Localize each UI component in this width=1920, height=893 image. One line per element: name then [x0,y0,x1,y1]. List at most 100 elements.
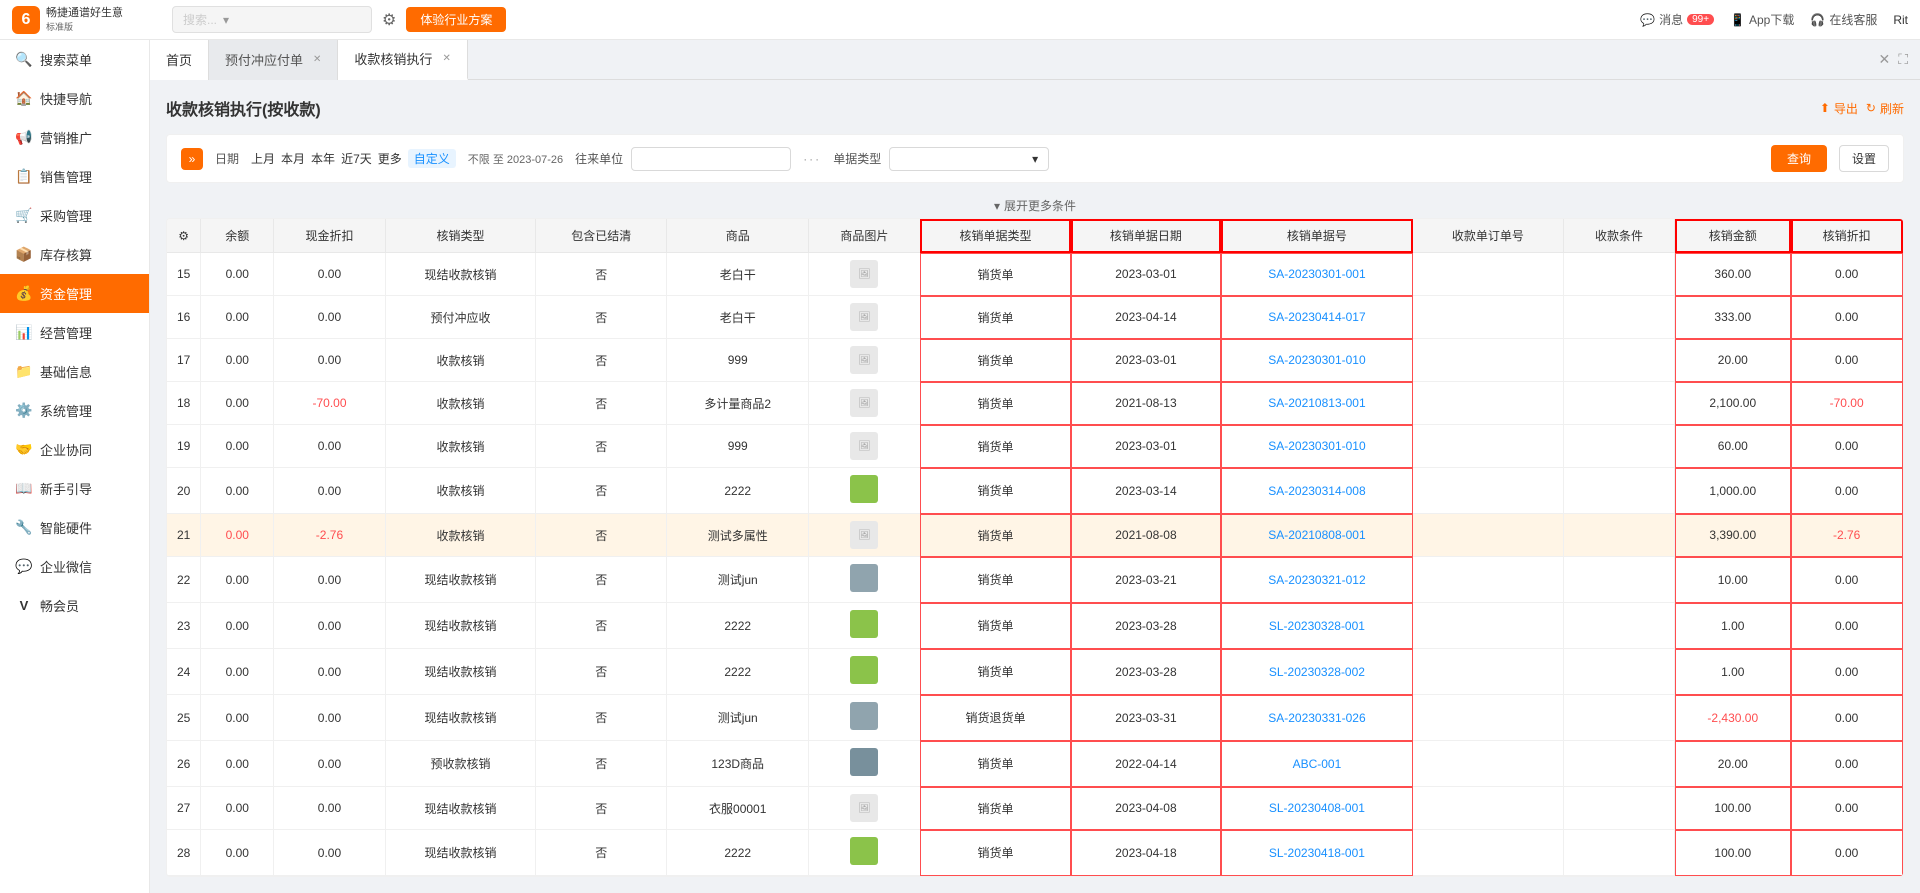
bill-no-link[interactable]: SL-20230408-001 [1269,801,1365,815]
tab-prepay-label: 预付冲应付单 [225,50,303,69]
logo-name: 畅捷通谱好生意 [46,6,123,20]
maximize-icon[interactable]: ⛶ [1898,51,1908,68]
bill-no-link[interactable]: SA-20230314-008 [1268,484,1365,498]
bill-no-link[interactable]: SL-20230418-001 [1269,846,1365,860]
tab-prepay-close[interactable]: ✕ [313,54,321,65]
date-this-year[interactable]: 本年 [311,150,335,167]
product-image: 🖼 [850,794,878,822]
search-placeholder: 搜索... [183,11,217,28]
chevron-down-icon: ▾ [1032,152,1038,166]
table-row: 150.000.00现结收款核销否老白干🖼销货单2023-03-01SA-202… [167,253,1903,296]
setting-button[interactable]: 设置 [1839,145,1889,172]
date-this-month[interactable]: 本月 [281,150,305,167]
online-service-btn[interactable]: 🎧 在线客服 [1810,11,1877,28]
page-content: 收款核销执行(按收款) ⬆ 导出 ↻ 刷新 » 日期 上月 [150,80,1920,893]
sales-icon: 📋 [16,169,32,185]
bill-no-link[interactable]: SA-20210813-001 [1268,396,1365,410]
sidebar-label-wechat: 企业微信 [40,557,92,576]
date-last-month[interactable]: 上月 [251,150,275,167]
refresh-button[interactable]: ↻ 刷新 [1866,100,1904,117]
sidebar-item-member[interactable]: V 畅会员 [0,586,149,625]
sidebar-item-hardware[interactable]: 🔧 智能硬件 [0,508,149,547]
user-name[interactable]: Rit [1893,13,1908,27]
close-all-icon[interactable]: ✕ [1878,51,1890,68]
bill-no-link[interactable]: SL-20230328-001 [1269,619,1365,633]
tab-writeoff[interactable]: 收款核销执行 ✕ [338,40,467,80]
bill-no-link[interactable]: SA-20230301-010 [1268,353,1365,367]
table-row: 190.000.00收款核销否999🖼销货单2023-03-01SA-20230… [167,425,1903,468]
bill-no-link[interactable]: SA-20230321-012 [1268,573,1365,587]
bill-type-select[interactable]: ▾ [889,147,1049,171]
tab-home[interactable]: 首页 [150,40,209,80]
industry-btn[interactable]: 体验行业方案 [406,7,506,32]
table-row: 230.000.00现结收款核销否2222销货单2023-03-28SL-202… [167,603,1903,649]
wechat-icon: 💬 [16,559,32,575]
expand-more[interactable]: ▾ 展开更多条件 [994,193,1076,218]
filter-expand-btn[interactable]: » [181,148,203,170]
sidebar-item-operations[interactable]: 📊 经营管理 [0,313,149,352]
export-button[interactable]: ⬆ 导出 [1820,100,1858,117]
date-more[interactable]: 更多 [378,150,402,167]
sidebar-label-hardware: 智能硬件 [40,518,92,537]
sidebar-label-operations: 经营管理 [40,323,92,342]
export-icon: ⬆ [1820,101,1830,115]
col-settings[interactable]: ⚙ [167,219,201,253]
col-cash-discount: 现金折扣 [274,219,386,253]
bill-no-link[interactable]: SA-20230301-001 [1268,267,1365,281]
guide-icon: 📖 [16,481,32,497]
product-image [850,702,878,730]
search-bar[interactable]: 搜索... ▾ [172,6,372,33]
sidebar-item-guide[interactable]: 📖 新手引导 [0,469,149,508]
refresh-label: 刷新 [1880,100,1904,117]
message-btn[interactable]: 💬 消息 99+ [1640,11,1714,28]
date-options: 上月 本月 本年 近7天 更多 自定义 [251,149,456,168]
table-row: 270.000.00现结收款核销否衣服00001🖼销货单2023-04-08SL… [167,787,1903,830]
bill-no-link[interactable]: SA-20210808-001 [1268,528,1365,542]
table-row: 170.000.00收款核销否999🖼销货单2023-03-01SA-20230… [167,339,1903,382]
table-row: 280.000.00现结收款核销否2222销货单2023-04-18SL-202… [167,830,1903,876]
from-unit-input[interactable] [631,147,791,171]
sidebar-item-collab[interactable]: 🤝 企业协同 [0,430,149,469]
query-button[interactable]: 查询 [1771,145,1827,172]
export-label: 导出 [1834,100,1858,117]
sidebar-item-nav[interactable]: 🏠 快捷导航 [0,79,149,118]
sidebar-label-nav: 快捷导航 [40,89,92,108]
sidebar-item-inventory[interactable]: 📦 库存核算 [0,235,149,274]
sidebar-item-system[interactable]: ⚙️ 系统管理 [0,391,149,430]
sidebar-item-finance[interactable]: 💰 资金管理 [0,274,149,313]
bill-no-link[interactable]: SA-20230331-026 [1268,711,1365,725]
title-actions: ⬆ 导出 ↻ 刷新 [1820,100,1904,117]
date-custom[interactable]: 自定义 [408,149,456,168]
bill-no-link[interactable]: SA-20230414-017 [1268,310,1365,324]
bill-no-link[interactable]: ABC-001 [1293,757,1342,771]
col-receipt-order: 收款单订单号 [1413,219,1563,253]
app-download-btn[interactable]: 📱 App下载 [1730,11,1794,28]
sidebar-item-search[interactable]: 🔍 搜索菜单 [0,40,149,79]
app-icon: 📱 [1730,13,1745,27]
message-icon: 💬 [1640,13,1655,27]
product-image: 🖼 [850,260,878,288]
purchase-icon: 🛒 [16,208,32,224]
bill-no-link[interactable]: SA-20230301-010 [1268,439,1365,453]
sidebar-item-sales[interactable]: 📋 销售管理 [0,157,149,196]
table-row: 260.000.00预收款核销否123D商品销货单2022-04-14ABC-0… [167,741,1903,787]
home-icon: 🏠 [16,91,32,107]
inventory-icon: 📦 [16,247,32,263]
table-wrapper: ⚙ 余额 现金折扣 核销类型 包含已结清 商品 商品图片 核销单据类型 核销单据… [166,218,1904,877]
table-row: 240.000.00现结收款核销否2222销货单2023-03-28SL-202… [167,649,1903,695]
bill-type-value [900,152,903,166]
sidebar-item-wechat[interactable]: 💬 企业微信 [0,547,149,586]
sidebar-item-purchase[interactable]: 🛒 采购管理 [0,196,149,235]
sidebar-label-system: 系统管理 [40,401,92,420]
hardware-icon: 🔧 [16,520,32,536]
tab-writeoff-close[interactable]: ✕ [442,53,450,64]
gear-icon[interactable]: ⚙ [382,10,396,30]
online-service-label: 在线客服 [1829,11,1877,28]
sidebar-item-basic[interactable]: 📁 基础信息 [0,352,149,391]
date-7days[interactable]: 近7天 [341,150,372,167]
from-unit-group: 往来单位 [575,147,791,171]
tab-prepay[interactable]: 预付冲应付单 ✕ [209,40,338,80]
tab-bar: 首页 预付冲应付单 ✕ 收款核销执行 ✕ ✕ ⛶ [150,40,1920,80]
sidebar-item-marketing[interactable]: 📢 营销推广 [0,118,149,157]
bill-no-link[interactable]: SL-20230328-002 [1269,665,1365,679]
